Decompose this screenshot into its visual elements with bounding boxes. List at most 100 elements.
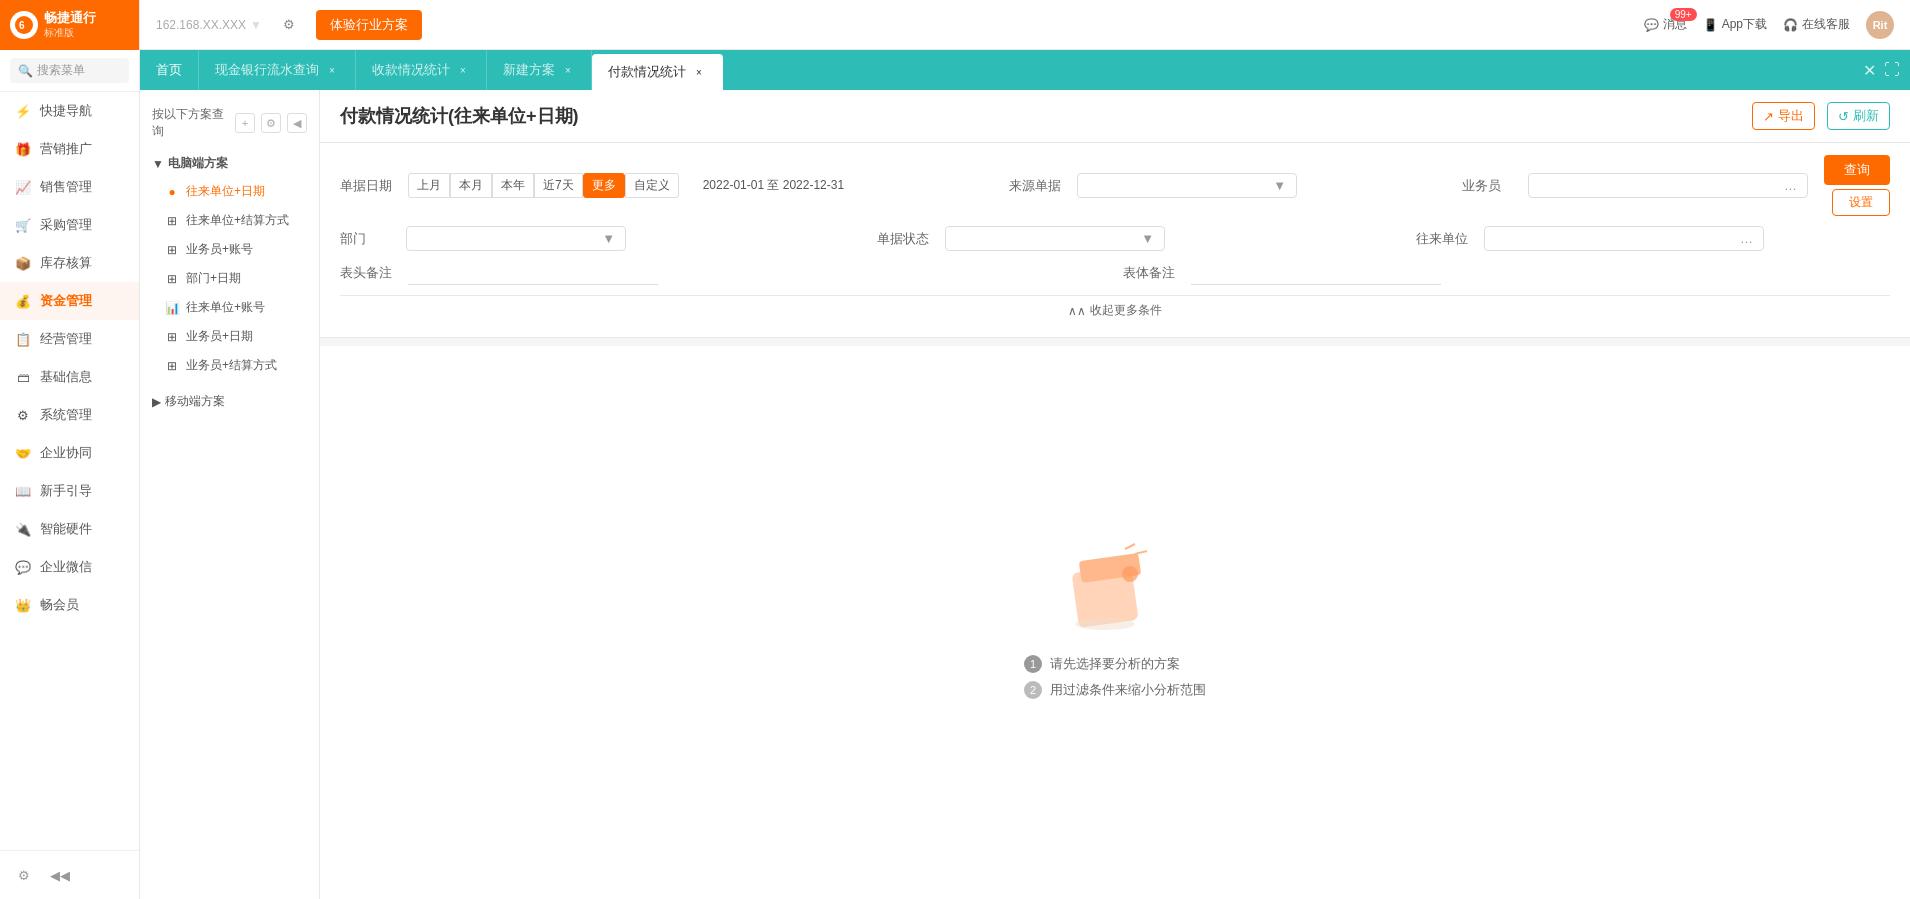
partner-dropdown-icon: … (1740, 231, 1753, 246)
message-btn[interactable]: 💬 消息 99+ (1644, 16, 1687, 33)
tab-home[interactable]: 首页 (140, 50, 199, 90)
scheme-settings-btn[interactable]: ⚙ (261, 113, 281, 133)
tab-bank-flow-close[interactable]: × (325, 63, 339, 77)
export-btn[interactable]: ↗ 导出 (1752, 102, 1815, 130)
sidebar-item-operation[interactable]: 📋 经营管理 (0, 320, 139, 358)
tab-new-scheme-close[interactable]: × (561, 63, 575, 77)
avatar-text: Rit (1873, 19, 1888, 31)
enterprise-icon: 🤝 (14, 444, 32, 462)
collapse-panel-btn[interactable]: ◀ (287, 113, 307, 133)
add-scheme-btn[interactable]: + (235, 113, 255, 133)
sidebar-label-operation: 经营管理 (40, 330, 92, 348)
trial-btn[interactable]: 体验行业方案 (316, 10, 422, 40)
sidebar-label-purchase: 采购管理 (40, 216, 92, 234)
left-panel: 按以下方案查询 + ⚙ ◀ ▼ 电脑端方案 ● 往来单位+日期 ⊞ (140, 90, 320, 899)
table-icon-4: ⊞ (164, 329, 180, 345)
doc-status-label: 单据状态 (877, 230, 929, 248)
scheme-dept-date[interactable]: ⊞ 部门+日期 (140, 264, 319, 293)
sidebar: 6 畅捷通行 标准版 🔍 搜索菜单 ⚡ 快捷导航 🎁 营销推广 📈 销售管理 🛒… (0, 0, 140, 899)
nav-icon: ⚡ (14, 102, 32, 120)
sidebar-item-system[interactable]: ⚙ 系统管理 (0, 396, 139, 434)
empty-hint-1: 1 请先选择要分析的方案 (1024, 655, 1206, 673)
sidebar-label-system: 系统管理 (40, 406, 92, 424)
empty-hint-2: 2 用过滤条件来缩小分析范围 (1024, 681, 1206, 699)
this-month-btn[interactable]: 本月 (450, 173, 492, 198)
tabbar: 首页 现金银行流水查询 × 收款情况统计 × 新建方案 × 付款情况统计 × ✕… (140, 50, 1910, 90)
system-icon: ⚙ (14, 406, 32, 424)
sidebar-label-sales: 销售管理 (40, 178, 92, 196)
date-label: 单据日期 (340, 177, 392, 195)
sidebar-item-wechat[interactable]: 💬 企业微信 (0, 548, 139, 586)
sidebar-item-purchase[interactable]: 🛒 采购管理 (0, 206, 139, 244)
user-avatar[interactable]: Rit (1866, 11, 1894, 39)
custom-date-btn[interactable]: 自定义 (625, 173, 679, 198)
sidebar-item-guide[interactable]: 📖 新手引导 (0, 472, 139, 510)
breadcrumb-divider: ▼ (250, 18, 262, 32)
source-select[interactable]: ▼ (1077, 173, 1297, 198)
partner-select[interactable]: … (1484, 226, 1764, 251)
tab-new-scheme[interactable]: 新建方案 × (487, 50, 592, 90)
sidebar-item-capital[interactable]: 💰 资金管理 (0, 282, 139, 320)
tab-payment-stats-label: 付款情况统计 (608, 63, 686, 81)
sidebar-item-sales[interactable]: 📈 销售管理 (0, 168, 139, 206)
header-note-input[interactable] (408, 261, 658, 285)
last-7-days-btn[interactable]: 近7天 (534, 173, 583, 198)
query-btn[interactable]: 查询 (1824, 155, 1890, 185)
tab-bank-flow[interactable]: 现金银行流水查询 × (199, 50, 356, 90)
mobile-group-title[interactable]: ▶ 移动端方案 (140, 388, 319, 415)
right-panel: 付款情况统计(往来单位+日期) ↗ 导出 ↺ 刷新 单据日期 (320, 90, 1910, 899)
scheme-partner-settlement[interactable]: ⊞ 往来单位+结算方式 (140, 206, 319, 235)
empty-hints: 1 请先选择要分析的方案 2 用过滤条件来缩小分析范围 (1024, 655, 1206, 707)
hardware-icon: 🔌 (14, 520, 32, 538)
empty-state: 1 请先选择要分析的方案 2 用过滤条件来缩小分析范围 (320, 346, 1910, 899)
collapse-sidebar-btn[interactable]: ◀◀ (46, 861, 74, 889)
app-download-btn[interactable]: 📱 App下载 (1703, 16, 1767, 33)
sidebar-search-area[interactable]: 🔍 搜索菜单 (0, 50, 139, 92)
scheme-partner-date[interactable]: ● 往来单位+日期 (140, 177, 319, 206)
collapse-filter-btn[interactable]: ∧∧ 收起更多条件 (340, 295, 1890, 325)
logo-icon: 6 (10, 11, 38, 39)
tab-receipt-stats[interactable]: 收款情况统计 × (356, 50, 487, 90)
collapse-label: 收起更多条件 (1090, 302, 1162, 319)
date-range-display: 2022-01-01 至 2022-12-31 (703, 177, 844, 194)
sidebar-item-basic[interactable]: 🗃 基础信息 (0, 358, 139, 396)
sidebar-label-inventory: 库存核算 (40, 254, 92, 272)
salesman-select[interactable]: … (1528, 173, 1808, 198)
scheme-salesman-account[interactable]: ⊞ 业务员+账号 (140, 235, 319, 264)
logo-sub: 标准版 (44, 26, 96, 40)
tab-receipt-stats-close[interactable]: × (456, 63, 470, 77)
refresh-btn[interactable]: ↺ 刷新 (1827, 102, 1890, 130)
scheme-partner-account[interactable]: 📊 往来单位+账号 (140, 293, 319, 322)
dept-select[interactable]: ▼ (406, 226, 626, 251)
scheme-salesman-settlement-label: 业务员+结算方式 (186, 357, 277, 374)
tab-payment-stats[interactable]: 付款情况统计 × (592, 54, 723, 90)
tab-payment-stats-close[interactable]: × (692, 65, 706, 79)
settings-footer-btn[interactable]: ⚙ (10, 861, 38, 889)
left-panel-controls: + ⚙ ◀ (235, 113, 307, 133)
sidebar-item-hardware[interactable]: 🔌 智能硬件 (0, 510, 139, 548)
close-all-tabs-btn[interactable]: ✕ (1863, 61, 1876, 80)
scheme-salesman-settlement[interactable]: ⊞ 业务员+结算方式 (140, 351, 319, 380)
sidebar-item-enterprise[interactable]: 🤝 企业协同 (0, 434, 139, 472)
filter-actions: 查询 设置 (1824, 155, 1890, 216)
topbar-settings-btn[interactable]: ⚙ (274, 10, 304, 40)
search-menu-button[interactable]: 🔍 搜索菜单 (10, 58, 129, 83)
desktop-group-title[interactable]: ▼ 电脑端方案 (140, 150, 319, 177)
last-month-btn[interactable]: 上月 (408, 173, 450, 198)
doc-status-select[interactable]: ▼ (945, 226, 1165, 251)
sidebar-item-marketing[interactable]: 🎁 营销推广 (0, 130, 139, 168)
online-service-btn[interactable]: 🎧 在线客服 (1783, 16, 1850, 33)
filter-settings-btn[interactable]: 设置 (1832, 189, 1890, 216)
date-buttons-group: 上月 本月 本年 近7天 更多 自定义 (408, 173, 679, 198)
this-year-btn[interactable]: 本年 (492, 173, 534, 198)
mobile-icon: 📱 (1703, 18, 1718, 32)
logo-text: 畅捷通行 (44, 10, 96, 26)
sidebar-item-member[interactable]: 👑 畅会员 (0, 586, 139, 624)
body-note-input[interactable] (1191, 261, 1441, 285)
maximize-btn[interactable]: ⛶ (1884, 61, 1900, 79)
scheme-salesman-date[interactable]: ⊞ 业务员+日期 (140, 322, 319, 351)
sidebar-item-inventory[interactable]: 📦 库存核算 (0, 244, 139, 282)
sidebar-item-quick-nav[interactable]: ⚡ 快捷导航 (0, 92, 139, 130)
more-dates-btn[interactable]: 更多 (583, 173, 625, 198)
inventory-icon: 📦 (14, 254, 32, 272)
